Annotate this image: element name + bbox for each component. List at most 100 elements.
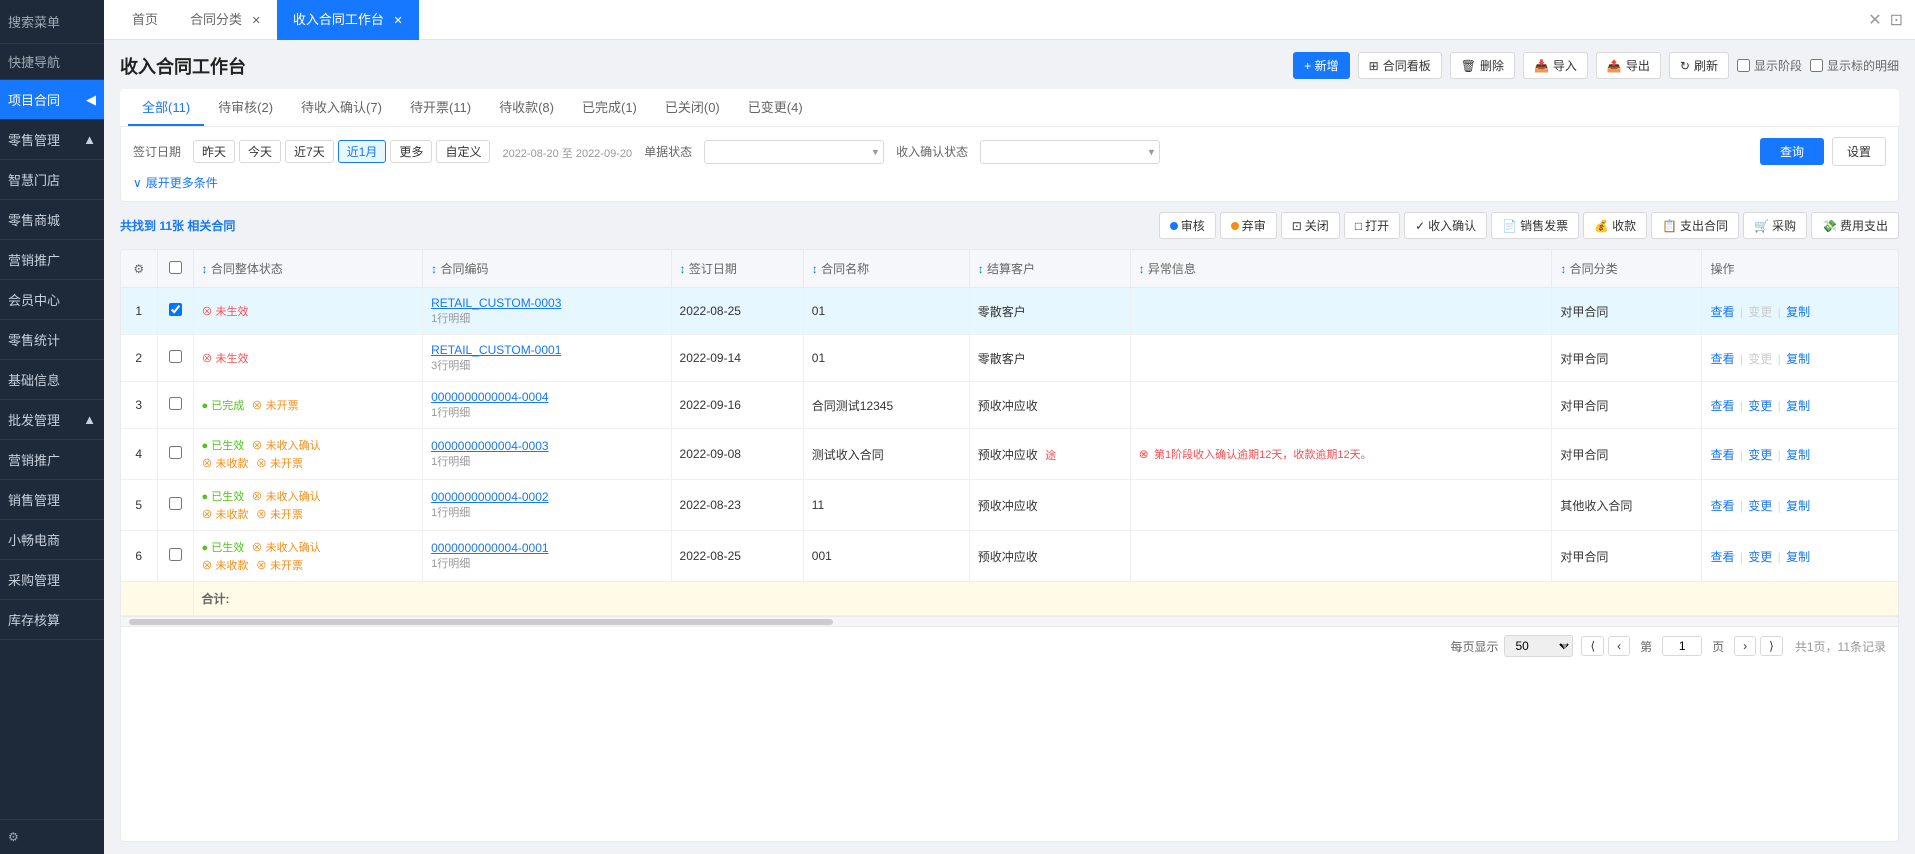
refresh-button[interactable]: ↻ 刷新 bbox=[1669, 52, 1729, 79]
import-button[interactable]: 📥 导入 bbox=[1523, 52, 1588, 79]
row-checkbox[interactable] bbox=[157, 531, 193, 582]
change-btn[interactable]: 变更 bbox=[1748, 399, 1772, 413]
view-btn[interactable]: 查看 bbox=[1710, 499, 1734, 513]
col-settings[interactable]: ⚙ bbox=[121, 250, 157, 288]
view-btn[interactable]: 查看 bbox=[1710, 448, 1734, 462]
show-stages-checkbox[interactable]: 显示阶段 bbox=[1737, 57, 1802, 74]
custom-date-btn[interactable]: 自定义 bbox=[436, 140, 490, 163]
sales-invoice-btn[interactable]: 📄 销售发票 bbox=[1491, 212, 1579, 239]
purchase-btn[interactable]: 🛒 采购 bbox=[1743, 212, 1807, 239]
filter-tab-completed[interactable]: 已完成(1) bbox=[568, 89, 651, 126]
view-btn[interactable]: 查看 bbox=[1710, 352, 1734, 366]
sidebar-item-stats[interactable]: 零售统计 bbox=[0, 320, 104, 360]
more-date-btn[interactable]: 更多 bbox=[390, 140, 432, 163]
col-sign-date[interactable]: ↕ 签订日期 bbox=[671, 250, 803, 288]
sidebar-item-wholesale[interactable]: 批发管理 ▲ bbox=[0, 400, 104, 440]
change-btn[interactable]: 变更 bbox=[1748, 352, 1772, 366]
sidebar-item-smartstore[interactable]: 智慧门店 bbox=[0, 160, 104, 200]
first-page-btn[interactable]: ⟨ bbox=[1581, 636, 1604, 656]
filter-tab-closed[interactable]: 已关闭(0) bbox=[651, 89, 734, 126]
sidebar-quick-nav[interactable]: 快捷导航 bbox=[0, 44, 104, 80]
new-button[interactable]: + 新增 bbox=[1293, 52, 1349, 79]
col-customer[interactable]: ↕ 结算客户 bbox=[969, 250, 1130, 288]
contract-link[interactable]: 0000000000004-0004 bbox=[431, 390, 548, 404]
close-btn[interactable]: ⊡ 关闭 bbox=[1281, 212, 1340, 239]
query-button[interactable]: 查询 bbox=[1760, 138, 1824, 165]
col-code[interactable]: ↕ 合同编码 bbox=[423, 250, 671, 288]
yesterday-btn[interactable]: 昨天 bbox=[193, 140, 235, 163]
filter-tab-all[interactable]: 全部(11) bbox=[128, 89, 204, 126]
tab-contract-cat[interactable]: 合同分类 ✕ bbox=[174, 0, 277, 40]
filter-tab-pending-income-confirm[interactable]: 待收入确认(7) bbox=[287, 89, 396, 126]
change-btn[interactable]: 变更 bbox=[1748, 499, 1772, 513]
expense-out-btn[interactable]: 💸 费用支出 bbox=[1811, 212, 1899, 239]
sidebar-item-basic[interactable]: 基础信息 bbox=[0, 360, 104, 400]
sidebar-item-purchase[interactable]: 采购管理 bbox=[0, 560, 104, 600]
next-page-btn[interactable]: › bbox=[1734, 636, 1756, 656]
horizontal-scrollbar[interactable] bbox=[129, 619, 833, 625]
page-number-input[interactable] bbox=[1662, 636, 1702, 656]
setting-button[interactable]: 设置 bbox=[1832, 137, 1886, 166]
change-btn[interactable]: 变更 bbox=[1748, 448, 1772, 462]
row-checkbox[interactable] bbox=[157, 382, 193, 429]
row-checkbox[interactable] bbox=[157, 429, 193, 480]
close-window-icon[interactable]: ✕ bbox=[1868, 10, 1881, 30]
filter-tab-pending-invoice[interactable]: 待开票(11) bbox=[396, 89, 485, 126]
col-name[interactable]: ↕ 合同名称 bbox=[803, 250, 969, 288]
payment-btn[interactable]: 💰 收款 bbox=[1583, 212, 1647, 239]
export-button[interactable]: 📤 导出 bbox=[1596, 52, 1661, 79]
filter-tab-pending-payment[interactable]: 待收款(8) bbox=[485, 89, 568, 126]
last7days-btn[interactable]: 近7天 bbox=[285, 140, 334, 163]
change-btn[interactable]: 变更 bbox=[1748, 550, 1772, 564]
out-contract-btn[interactable]: 📋 支出合同 bbox=[1651, 212, 1739, 239]
view-btn[interactable]: 查看 bbox=[1710, 399, 1734, 413]
sidebar-item-member[interactable]: 会员中心 bbox=[0, 280, 104, 320]
view-btn[interactable]: 查看 bbox=[1710, 550, 1734, 564]
sidebar-item-marketing2[interactable]: 营销推广 bbox=[0, 440, 104, 480]
row-checkbox[interactable] bbox=[157, 480, 193, 531]
copy-btn[interactable]: 复制 bbox=[1786, 305, 1810, 319]
change-btn[interactable]: 变更 bbox=[1748, 305, 1772, 319]
doc-status-select[interactable] bbox=[704, 140, 884, 164]
show-detail-checkbox[interactable]: 显示标的明细 bbox=[1810, 57, 1899, 74]
contract-link[interactable]: 0000000000004-0001 bbox=[431, 541, 548, 555]
col-status[interactable]: ↕ 合同整体状态 bbox=[193, 250, 423, 288]
tab-home[interactable]: 首页 bbox=[116, 0, 174, 40]
sidebar-search[interactable]: 搜索菜单 bbox=[0, 0, 104, 44]
income-confirm-btn[interactable]: ✓ 收入确认 bbox=[1404, 212, 1487, 239]
resize-window-icon[interactable]: ⊡ bbox=[1890, 10, 1903, 30]
prev-page-btn[interactable]: ‹ bbox=[1608, 636, 1630, 656]
copy-btn[interactable]: 复制 bbox=[1786, 352, 1810, 366]
col-category[interactable]: ↕ 合同分类 bbox=[1552, 250, 1702, 288]
filter-tab-pending-review[interactable]: 待审核(2) bbox=[204, 89, 287, 126]
last1month-btn[interactable]: 近1月 bbox=[338, 140, 387, 163]
row-checkbox[interactable] bbox=[157, 335, 193, 382]
kanban-button[interactable]: ⊞ 合同看板 bbox=[1358, 52, 1442, 79]
review-btn[interactable]: 审核 bbox=[1159, 212, 1216, 239]
sidebar-item-onlinestore[interactable]: 零售商城 bbox=[0, 200, 104, 240]
view-btn[interactable]: 查看 bbox=[1710, 305, 1734, 319]
sidebar-item-retail[interactable]: 零售管理 ▲ bbox=[0, 120, 104, 160]
open-btn[interactable]: □ 打开 bbox=[1344, 212, 1400, 239]
sidebar-item-ecom[interactable]: 小畅电商 bbox=[0, 520, 104, 560]
contract-link[interactable]: 0000000000004-0003 bbox=[431, 439, 548, 453]
page-size-select[interactable]: 10 20 50 100 bbox=[1504, 635, 1573, 657]
sidebar-settings[interactable]: ⚙ bbox=[0, 819, 104, 854]
sidebar-item-project[interactable]: 项目合同 ◀ bbox=[0, 80, 104, 120]
copy-btn[interactable]: 复制 bbox=[1786, 448, 1810, 462]
copy-btn[interactable]: 复制 bbox=[1786, 550, 1810, 564]
last-page-btn[interactable]: ⟩ bbox=[1760, 636, 1783, 656]
col-abnormal[interactable]: ↕ 异常信息 bbox=[1130, 250, 1552, 288]
abandon-btn[interactable]: 弃审 bbox=[1220, 212, 1277, 239]
sidebar-item-sales[interactable]: 销售管理 bbox=[0, 480, 104, 520]
tab-contract-cat-close[interactable]: ✕ bbox=[252, 15, 261, 27]
income-confirm-select[interactable] bbox=[980, 140, 1160, 164]
sidebar-item-inventory[interactable]: 库存核算 bbox=[0, 600, 104, 640]
sidebar-item-marketing1[interactable]: 营销推广 bbox=[0, 240, 104, 280]
contract-link[interactable]: RETAIL_CUSTOM-0001 bbox=[431, 343, 561, 357]
row-checkbox[interactable] bbox=[157, 288, 193, 335]
filter-tab-changed[interactable]: 已变更(4) bbox=[734, 89, 817, 126]
today-btn[interactable]: 今天 bbox=[239, 140, 281, 163]
expand-btn[interactable]: ∨ 展开更多条件 bbox=[133, 174, 218, 191]
tab-income-workbench-close[interactable]: ✕ bbox=[394, 15, 403, 27]
